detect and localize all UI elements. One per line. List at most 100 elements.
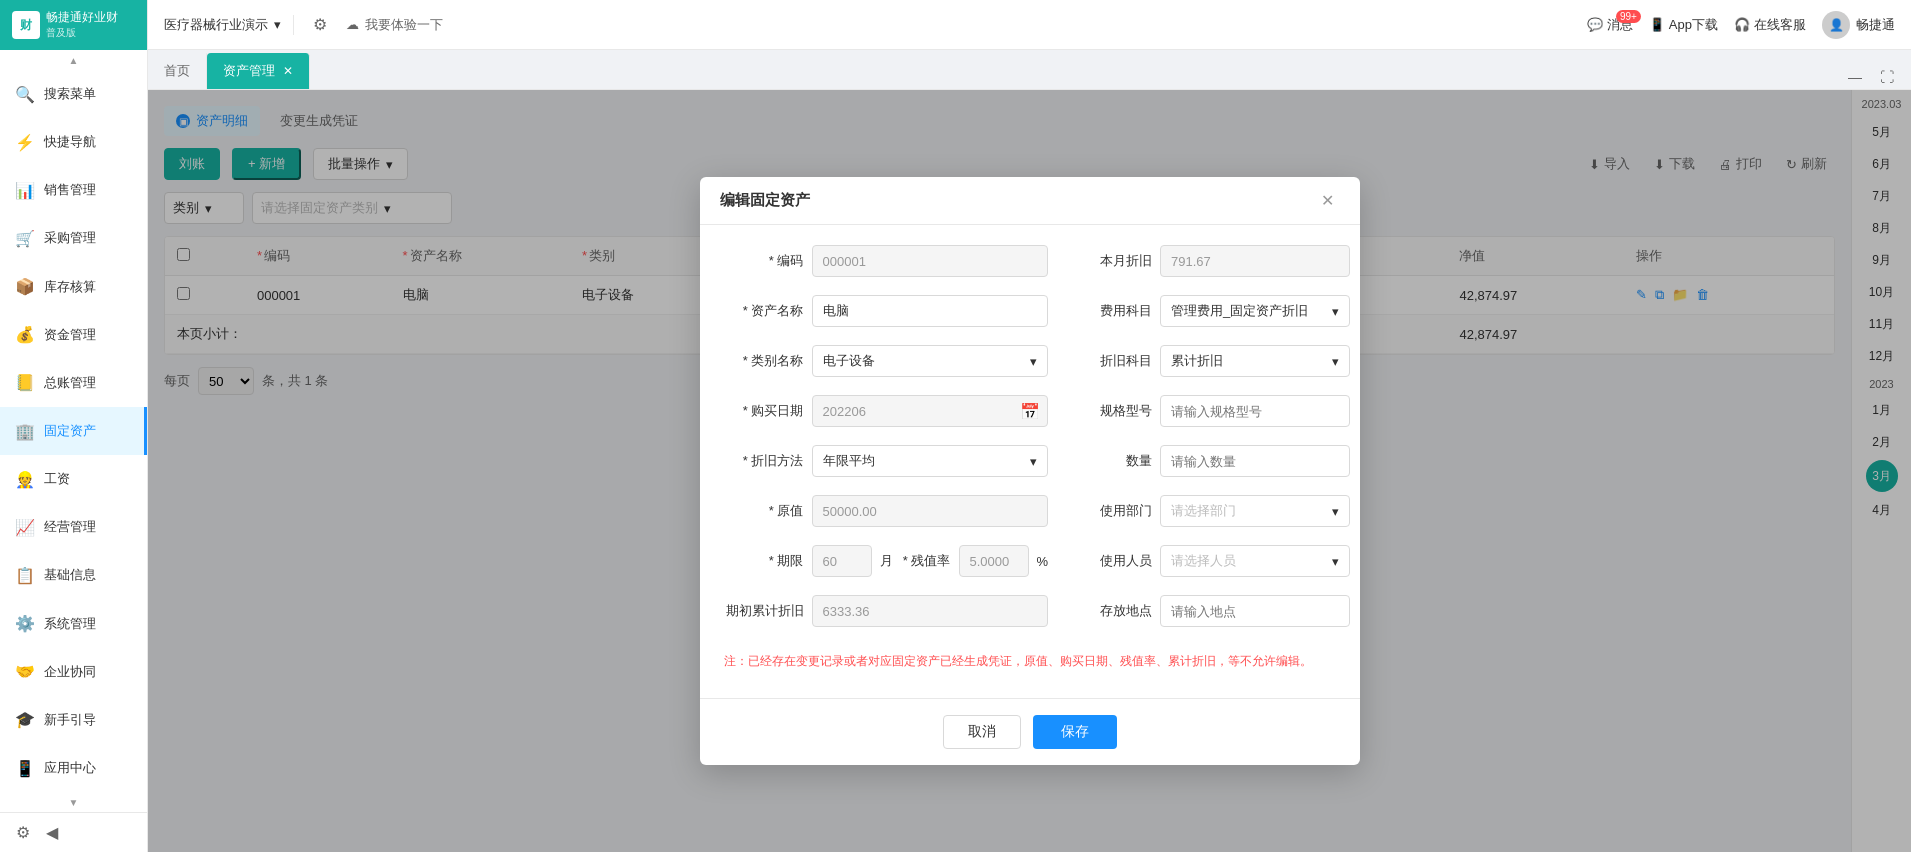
sidebar-item-sales[interactable]: 📊 销售管理 [0, 166, 147, 214]
online-service-btn[interactable]: 🎧 在线客服 [1734, 16, 1806, 34]
sidebar-item-system[interactable]: ⚙️ 系统管理 [0, 600, 147, 648]
sidebar-item-guide[interactable]: 🎓 新手引导 [0, 696, 147, 744]
category-select[interactable]: 电子设备 ▾ [812, 345, 1049, 377]
assets-icon: 🏢 [16, 422, 34, 440]
sidebar-nav: 🔍 搜索菜单 ⚡ 快捷导航 📊 销售管理 🛒 采购管理 📦 库存核算 💰 资金管… [0, 70, 147, 792]
content-area: ▣ 资产明细 变更生成凭证 刘账 + 新增 批量操作 ▾ ⬇ 导入 [148, 90, 1911, 852]
feedback-btn[interactable]: ☁ 我要体验一下 [346, 16, 443, 34]
sidebar-bottom: ⚙ ◀ [0, 812, 147, 852]
person-select[interactable]: 请选择人员 ▾ [1160, 545, 1350, 577]
sidebar-item-inventory-label: 库存核算 [44, 278, 96, 296]
tabbar: 首页 资产管理 ✕ — ⛶ [148, 50, 1911, 90]
modal-close-btn[interactable]: ✕ [1316, 189, 1340, 213]
finance-icon: 💰 [16, 326, 34, 344]
sidebar-item-guide-label: 新手引导 [44, 711, 96, 729]
dept-select[interactable]: 请选择部门 ▾ [1160, 495, 1350, 527]
user-menu[interactable]: 👤 畅捷通 [1822, 11, 1895, 39]
sidebar-item-operations[interactable]: 📈 经营管理 [0, 503, 147, 551]
category-label: * 类别名称 [724, 352, 804, 370]
tab-minimize-btn[interactable]: — [1843, 65, 1867, 89]
guide-icon: 🎓 [16, 711, 34, 729]
dep-subject-value: 累计折旧 [1171, 352, 1223, 370]
original-value-input[interactable] [812, 495, 1049, 527]
period-input[interactable] [812, 545, 872, 577]
sidebar-item-inventory[interactable]: 📦 库存核算 [0, 263, 147, 311]
tab-asset-management[interactable]: 资产管理 ✕ [207, 53, 310, 89]
form-row-purchase-date: * 购买日期 📅 [724, 395, 1049, 427]
residual-rate-input[interactable] [959, 545, 1029, 577]
residual-rate-unit: % [1037, 554, 1049, 569]
sidebar-item-finance[interactable]: 💰 资金管理 [0, 311, 147, 359]
base-icon: 📋 [16, 566, 34, 584]
message-badge: 99+ [1616, 10, 1641, 23]
dept-label: 使用部门 [1072, 502, 1152, 520]
quantity-label: 数量 [1072, 452, 1152, 470]
modal-overlay: 编辑固定资产 ✕ * 编码 * 资产名称 [148, 90, 1911, 852]
code-input[interactable] [812, 245, 1049, 277]
sidebar-item-ledger[interactable]: 📒 总账管理 [0, 359, 147, 407]
tab-close-btn[interactable]: ✕ [283, 64, 293, 78]
spec-input[interactable] [1160, 395, 1350, 427]
dep-method-select[interactable]: 年限平均 ▾ [812, 445, 1049, 477]
calendar-icon[interactable]: 📅 [1020, 402, 1040, 421]
sidebar-item-purchase-label: 采购管理 [44, 229, 96, 247]
sidebar-item-cooperation[interactable]: 🤝 企业协同 [0, 648, 147, 696]
dep-subject-select[interactable]: 累计折旧 ▾ [1160, 345, 1350, 377]
sidebar-scroll-up[interactable]: ▲ [0, 50, 147, 70]
form-row-person: 使用人员 请选择人员 ▾ [1072, 545, 1350, 577]
save-button[interactable]: 保存 [1033, 715, 1117, 749]
sidebar-item-payroll-label: 工资 [44, 470, 70, 488]
tab-asset-management-label: 资产管理 [223, 62, 275, 80]
tab-home[interactable]: 首页 [148, 53, 207, 89]
form-row-quantity: 数量 [1072, 445, 1350, 477]
category-select-arrow: ▾ [1030, 354, 1037, 369]
message-btn[interactable]: 💬 消息 99+ [1587, 16, 1633, 34]
topbar-settings-btn[interactable]: ⚙ [306, 11, 334, 39]
appcenter-icon: 📱 [16, 759, 34, 777]
sidebar-logo: 财 畅捷通好业财 普及版 [0, 0, 147, 50]
original-value-label: * 原值 [724, 502, 804, 520]
sidebar-scroll-down[interactable]: ▼ [0, 792, 147, 812]
sidebar-item-search[interactable]: 🔍 搜索菜单 [0, 70, 147, 118]
sidebar-item-base[interactable]: 📋 基础信息 [0, 551, 147, 599]
purchase-date-input[interactable] [812, 395, 1049, 427]
edit-asset-modal: 编辑固定资产 ✕ * 编码 * 资产名称 [700, 177, 1360, 765]
location-input[interactable] [1160, 595, 1350, 627]
spec-label: 规格型号 [1072, 402, 1152, 420]
modal-left-col: * 编码 * 资产名称 * 类别名称 电子设备 [724, 245, 1049, 645]
collapse-icon[interactable]: ◀ [46, 823, 58, 842]
mobile-icon: 📱 [1649, 17, 1665, 32]
dept-arrow: ▾ [1332, 504, 1339, 519]
sidebar-item-operations-label: 经营管理 [44, 518, 96, 536]
sidebar-item-payroll[interactable]: 👷 工资 [0, 455, 147, 503]
quantity-input[interactable] [1160, 445, 1350, 477]
sidebar-item-assets[interactable]: 🏢 固定资产 [0, 407, 147, 455]
form-row-code: * 编码 [724, 245, 1049, 277]
company-selector[interactable]: 医疗器械行业演示 ▾ [164, 16, 281, 34]
sidebar-item-quicknav[interactable]: ⚡ 快捷导航 [0, 118, 147, 166]
initial-dep-input[interactable] [812, 595, 1049, 627]
company-dropdown-icon: ▾ [274, 17, 281, 32]
topbar: 医疗器械行业演示 ▾ ⚙ ☁ 我要体验一下 💬 消息 99+ 📱 App下载 🎧… [148, 0, 1911, 50]
settings-icon[interactable]: ⚙ [16, 823, 30, 842]
name-input[interactable] [812, 295, 1049, 327]
expense-subject-select[interactable]: 管理费用_固定资产折旧 ▾ [1160, 295, 1350, 327]
app-name: 畅捷通好业财 [46, 10, 118, 26]
app-download-label: App下载 [1669, 16, 1718, 34]
form-row-expense-subject: 费用科目 管理费用_固定资产折旧 ▾ [1072, 295, 1350, 327]
sidebar-item-appcenter[interactable]: 📱 应用中心 [0, 744, 147, 792]
modal-right-col: 本月折旧 费用科目 管理费用_固定资产折旧 ▾ [1072, 245, 1350, 645]
form-row-dept: 使用部门 请选择部门 ▾ [1072, 495, 1350, 527]
purchase-date-label: * 购买日期 [724, 402, 804, 420]
period-unit: 月 [880, 552, 893, 570]
logo-icon: 财 [12, 11, 40, 39]
company-name: 医疗器械行业演示 [164, 16, 268, 34]
dep-subject-arrow: ▾ [1332, 354, 1339, 369]
tabbar-controls: — ⛶ [1831, 65, 1911, 89]
tab-maximize-btn[interactable]: ⛶ [1875, 65, 1899, 89]
cancel-button[interactable]: 取消 [943, 715, 1021, 749]
form-row-period: * 期限 月 * 残值率 % [724, 545, 1049, 577]
sidebar-item-purchase[interactable]: 🛒 采购管理 [0, 214, 147, 262]
app-download-btn[interactable]: 📱 App下载 [1649, 16, 1718, 34]
message-icon: 💬 [1587, 17, 1603, 32]
